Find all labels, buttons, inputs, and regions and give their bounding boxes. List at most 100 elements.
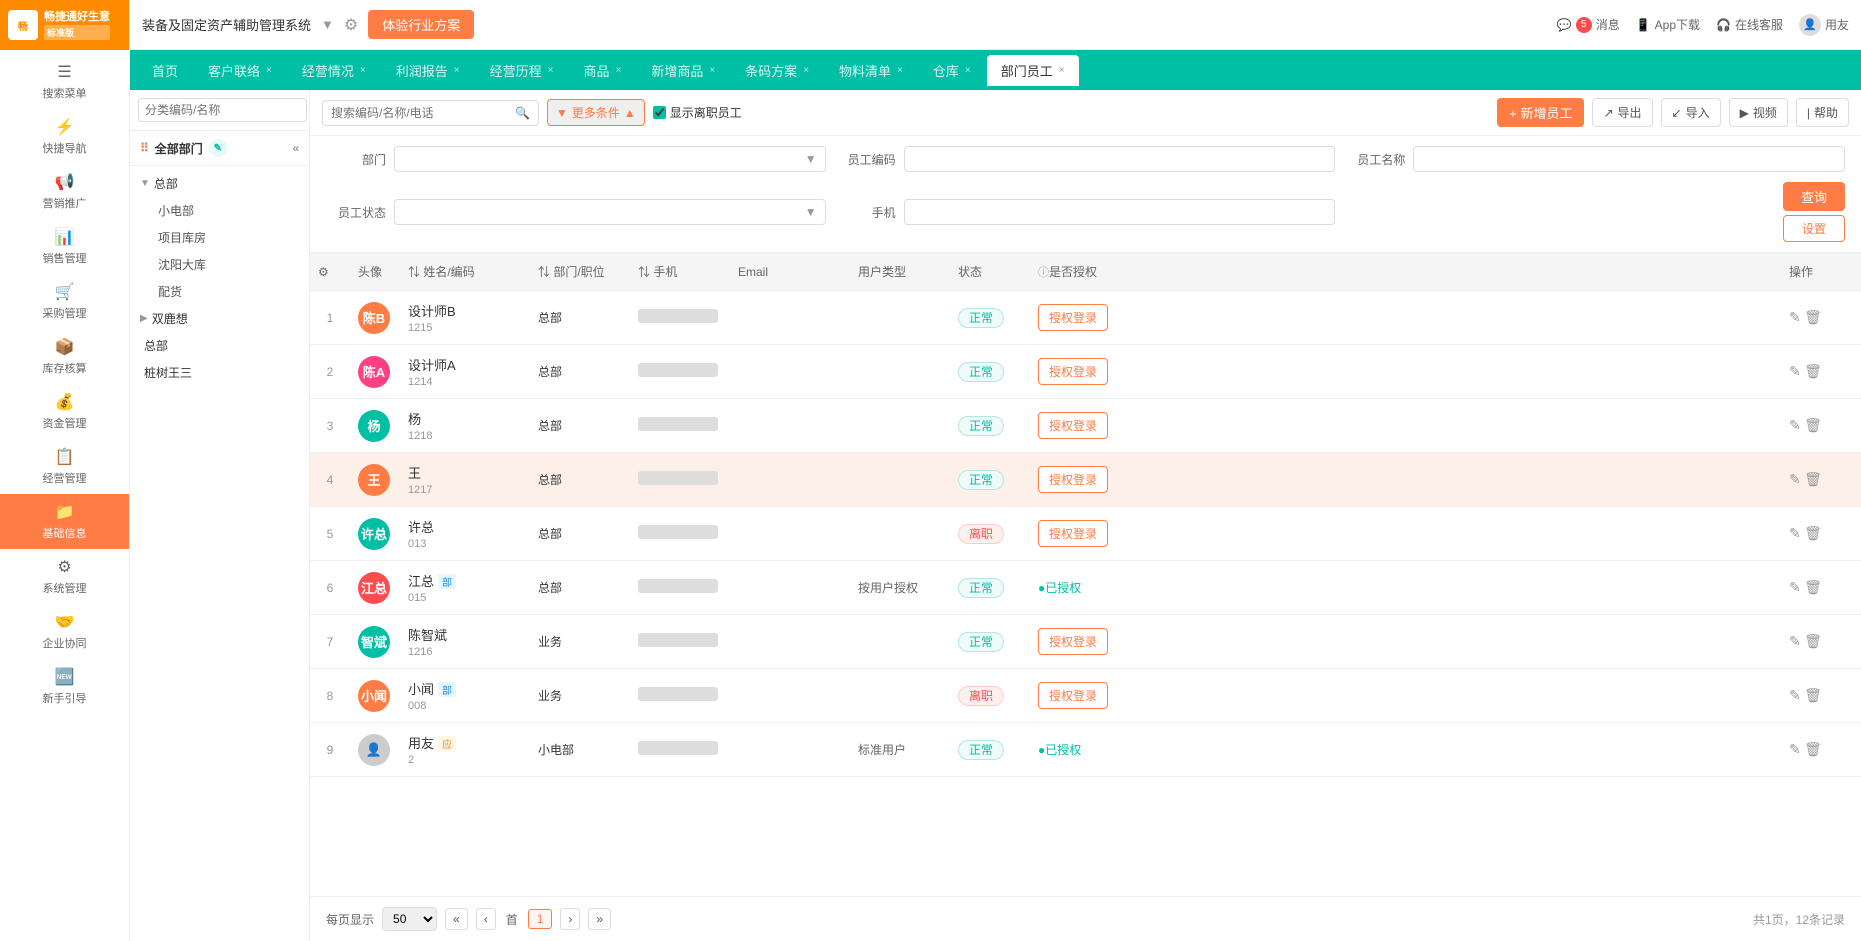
tab-staff[interactable]: 部门员工 × [987, 55, 1079, 86]
tree-node-shenyang[interactable]: 沈阳大库 [130, 251, 309, 278]
tab-profit-close[interactable]: × [454, 65, 460, 76]
delete-button[interactable]: 🗑 [1804, 309, 1822, 326]
delete-button[interactable]: 🗑 [1804, 741, 1822, 758]
edit-button[interactable]: ✎ [1789, 687, 1801, 704]
show-resigned-label[interactable]: 显示离职员工 [653, 104, 742, 121]
tab-bom[interactable]: 物料清单 × [825, 55, 917, 86]
topbar-app-download[interactable]: 📱 App下载 [1636, 16, 1700, 33]
first-page-button[interactable]: « [445, 908, 468, 930]
delete-button[interactable]: 🗑 [1804, 687, 1822, 704]
tab-customer[interactable]: 客户联络 × [194, 55, 286, 86]
empname-input[interactable] [1422, 152, 1836, 166]
tab-operation-status[interactable]: 经营情况 × [288, 55, 380, 86]
edit-button[interactable]: ✎ [1789, 741, 1801, 758]
tab-new-goods[interactable]: 新增商品 × [637, 55, 729, 86]
more-conditions-button[interactable]: ▼ 更多条件 ▲ [547, 99, 645, 126]
tab-profit[interactable]: 利润报告 × [382, 55, 474, 86]
sidebar-item-marketing[interactable]: 📢 营销推广 [0, 164, 129, 219]
tree-edit-icon[interactable]: ✎ [209, 139, 227, 157]
trial-button[interactable]: 体验行业方案 [368, 10, 474, 39]
tree-group-hq2[interactable]: 总部 [130, 332, 309, 359]
tab-bom-close[interactable]: × [897, 65, 903, 76]
empcode-input-box[interactable] [904, 146, 1336, 172]
empcode-input[interactable] [913, 152, 1327, 166]
tree-collapse-icon[interactable]: « [292, 141, 299, 155]
tab-operation-status-close[interactable]: × [360, 65, 366, 76]
edit-button[interactable]: ✎ [1789, 471, 1801, 488]
tab-history[interactable]: 经营历程 × [476, 55, 568, 86]
tab-goods[interactable]: 商品 × [569, 55, 635, 86]
empname-input-box[interactable] [1413, 146, 1845, 172]
phone-input-box[interactable] [904, 199, 1336, 225]
delete-button[interactable]: 🗑 [1804, 525, 1822, 542]
tree-group-wang3[interactable]: 桩树王三 [130, 359, 309, 386]
sidebar-item-guide[interactable]: 🆕 新手引导 [0, 659, 129, 714]
edit-button[interactable]: ✎ [1789, 417, 1801, 434]
tab-goods-close[interactable]: × [615, 65, 621, 76]
tab-history-close[interactable]: × [548, 65, 554, 76]
dept-input-box[interactable]: ▼ [394, 146, 826, 172]
auth-button[interactable]: 授权登录 [1038, 520, 1108, 547]
auth-button[interactable]: 授权登录 [1038, 682, 1108, 709]
last-page-button[interactable]: » [588, 908, 611, 930]
edit-button[interactable]: ✎ [1789, 525, 1801, 542]
tree-group-shuanglu[interactable]: ▶ 双鹿想 [130, 305, 309, 332]
auth-button[interactable]: 授权登录 [1038, 358, 1108, 385]
sidebar-item-basic[interactable]: 📁 基础信息 [0, 494, 129, 549]
sidebar-item-operation[interactable]: 📋 经营管理 [0, 439, 129, 494]
export-button[interactable]: ↗ 导出 [1592, 98, 1652, 127]
view-button[interactable]: ▶ 视频 [1729, 98, 1788, 127]
tab-barcode-close[interactable]: × [803, 65, 809, 76]
sidebar-item-finance[interactable]: 💰 资金管理 [0, 384, 129, 439]
edit-button[interactable]: ✎ [1789, 579, 1801, 596]
phone-input[interactable] [913, 205, 1327, 219]
tree-node-project[interactable]: 项目库房 [130, 224, 309, 251]
tree-group-headquarters[interactable]: ▼ 总部 [130, 170, 309, 197]
tab-warehouse[interactable]: 仓库 × [919, 55, 985, 86]
delete-button[interactable]: 🗑 [1804, 417, 1822, 434]
edit-button[interactable]: ✎ [1789, 309, 1801, 326]
topbar-message[interactable]: 💬 5 消息 [1557, 16, 1620, 33]
sidebar-item-collab[interactable]: 🤝 企业协同 [0, 604, 129, 659]
auth-button[interactable]: 授权登录 [1038, 628, 1108, 655]
sidebar-item-sales[interactable]: 📊 销售管理 [0, 219, 129, 274]
auth-button[interactable]: 授权登录 [1038, 466, 1108, 493]
topbar-service[interactable]: 🎧 在线客服 [1716, 16, 1783, 33]
edit-button[interactable]: ✎ [1789, 363, 1801, 380]
filter-search-input[interactable] [331, 106, 511, 120]
tab-barcode[interactable]: 条码方案 × [731, 55, 823, 86]
topbar-gear-icon[interactable]: ⚙ [344, 15, 358, 35]
col-dept[interactable]: ⇅ 部门/职位 [530, 253, 630, 291]
reset-button[interactable]: 设置 [1783, 215, 1845, 242]
prev-page-button[interactable]: ‹ [476, 908, 496, 930]
edit-button[interactable]: ✎ [1789, 633, 1801, 650]
tab-staff-close[interactable]: × [1059, 65, 1065, 76]
auth-button[interactable]: 授权登录 [1038, 412, 1108, 439]
page-size-select[interactable]: 50 100 200 [382, 907, 437, 931]
tree-search-input[interactable] [138, 98, 307, 122]
help-button[interactable]: | 帮助 [1796, 98, 1849, 127]
show-resigned-checkbox[interactable] [653, 106, 666, 119]
col-settings[interactable]: ⚙ [310, 253, 350, 291]
auth-button[interactable]: 授权登录 [1038, 304, 1108, 331]
current-page-number[interactable]: 1 [528, 909, 553, 929]
sidebar-item-inventory[interactable]: 📦 库存核算 [0, 329, 129, 384]
search-button[interactable]: 查询 [1783, 182, 1845, 211]
delete-button[interactable]: 🗑 [1804, 579, 1822, 596]
tree-node-distribution[interactable]: 配货 [130, 278, 309, 305]
status-input-box[interactable]: ▼ [394, 199, 826, 225]
delete-button[interactable]: 🗑 [1804, 633, 1822, 650]
tab-home[interactable]: 首页 [138, 55, 192, 86]
add-employee-button[interactable]: + 新增员工 [1497, 98, 1584, 127]
topbar-user[interactable]: 👤 用友 [1799, 14, 1849, 36]
tab-new-goods-close[interactable]: × [709, 65, 715, 76]
delete-button[interactable]: 🗑 [1804, 363, 1822, 380]
delete-button[interactable]: 🗑 [1804, 471, 1822, 488]
sidebar-item-shortcut[interactable]: ⚡ 快捷导航 [0, 109, 129, 164]
tab-warehouse-close[interactable]: × [965, 65, 971, 76]
col-phone[interactable]: ⇅ 手机 [630, 253, 730, 291]
next-page-button[interactable]: › [560, 908, 580, 930]
col-name-code[interactable]: ⇅ 姓名/编码 [400, 253, 530, 291]
import-button[interactable]: ↙ 导入 [1661, 98, 1721, 127]
sidebar-item-system[interactable]: ⚙ 系统管理 [0, 549, 129, 604]
